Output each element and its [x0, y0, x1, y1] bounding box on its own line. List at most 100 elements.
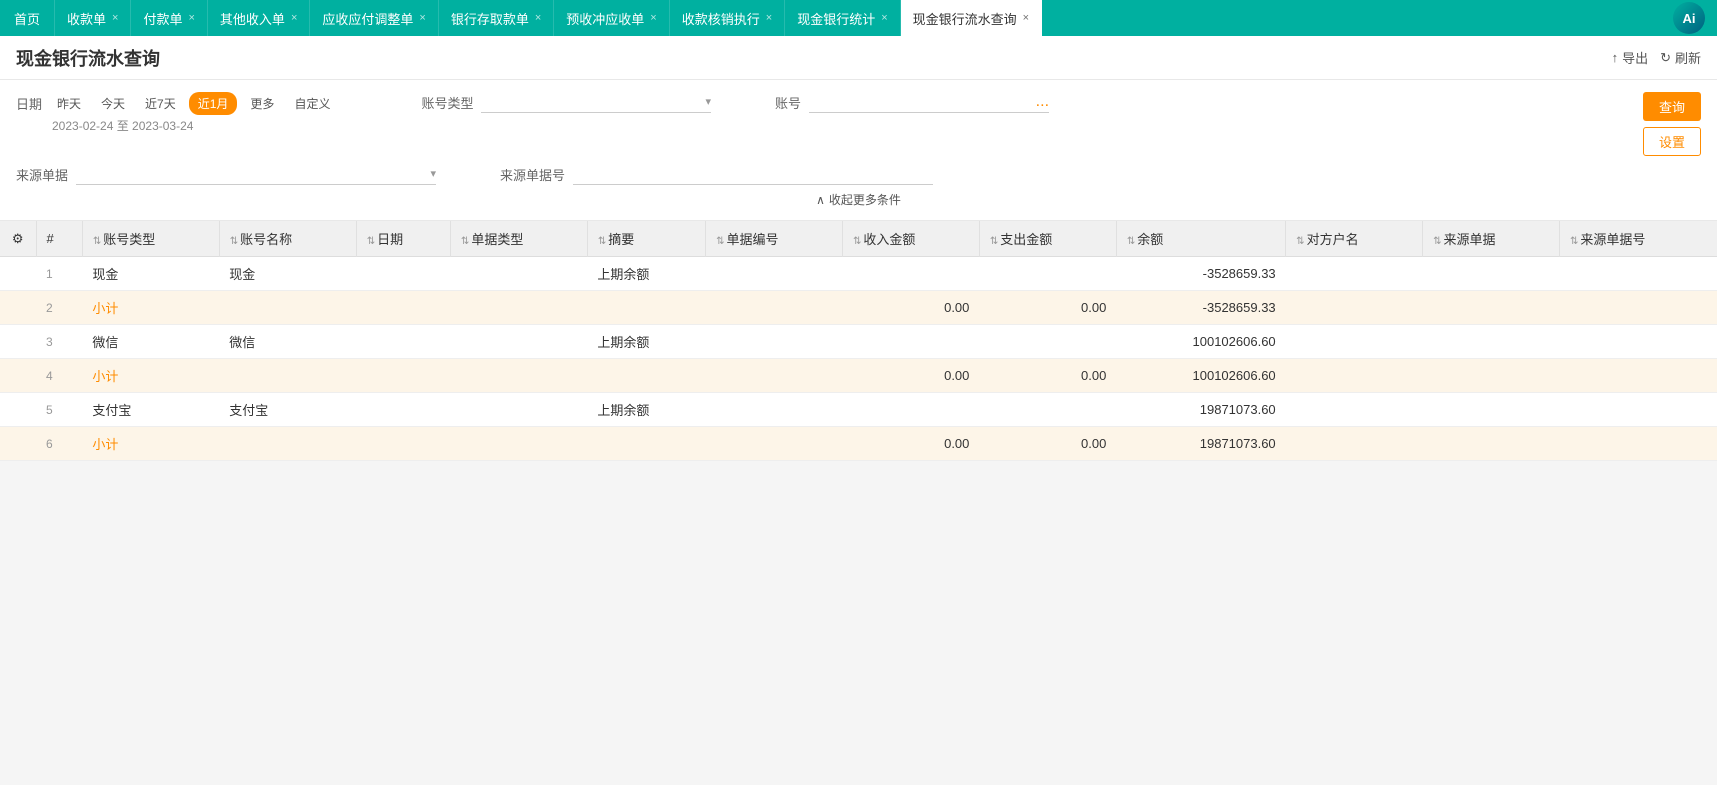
table-cell: [1286, 291, 1423, 325]
date-btn-1month[interactable]: 近1月: [189, 92, 238, 115]
table-cell: 上期余额: [587, 325, 705, 359]
table-cell: [587, 291, 705, 325]
table-cell: [1560, 325, 1717, 359]
table-cell: [1560, 427, 1717, 461]
col-summary[interactable]: ⇅摘要: [587, 221, 705, 257]
source-doc-num-label: 来源单据号: [500, 165, 565, 184]
table-cell: [356, 291, 450, 325]
table-cell: 1: [36, 257, 82, 291]
page-header: 现金银行流水查询 ↑ 导出 ↻ 刷新: [0, 36, 1717, 80]
top-nav: 首页 收款单 × 付款单 × 其他收入单 × 应收应付调整单 × 银行存取款单 …: [0, 0, 1717, 36]
table-cell: [0, 257, 36, 291]
nav-tab-stats-close[interactable]: ×: [881, 12, 887, 24]
nav-home[interactable]: 首页: [0, 0, 55, 36]
source-doc-input[interactable]: [76, 164, 426, 183]
table-cell: [0, 393, 36, 427]
search-button[interactable]: 查询: [1643, 92, 1701, 121]
date-btn-7days[interactable]: 近7天: [138, 92, 183, 115]
nav-tab-verify-label: 收款核销执行: [682, 9, 760, 28]
table-cell: [842, 257, 979, 291]
date-btn-yesterday[interactable]: 昨天: [50, 92, 88, 115]
table-cell: 3: [36, 325, 82, 359]
table-cell: [0, 427, 36, 461]
table-cell: [1286, 325, 1423, 359]
collapse-label: 收起更多条件: [829, 191, 901, 208]
col-gear[interactable]: ⚙: [0, 221, 36, 257]
table-cell: 0.00: [979, 291, 1116, 325]
table-cell: [450, 359, 587, 393]
source-doc-num-input[interactable]: [573, 164, 933, 183]
table-cell: [356, 325, 450, 359]
table-cell: [356, 393, 450, 427]
nav-tab-stats[interactable]: 现金银行统计 ×: [785, 0, 900, 36]
table-cell: -3528659.33: [1116, 291, 1285, 325]
table-cell: [1423, 427, 1560, 461]
export-button[interactable]: ↑ 导出: [1612, 48, 1649, 67]
nav-tab-adjustment[interactable]: 应收应付调整单 ×: [310, 0, 438, 36]
table-cell: 小计: [82, 359, 219, 393]
table-cell: 微信: [219, 325, 356, 359]
col-account-type[interactable]: ⇅账号类型: [82, 221, 219, 257]
table-cell: [450, 291, 587, 325]
nav-tab-advance[interactable]: 预收冲应收单 ×: [554, 0, 669, 36]
date-btn-more[interactable]: 更多: [243, 92, 281, 115]
nav-tab-other-income[interactable]: 其他收入单 ×: [208, 0, 310, 36]
nav-tab-flow[interactable]: 现金银行流水查询 ×: [901, 0, 1042, 36]
col-doc-no[interactable]: ⇅单据编号: [706, 221, 843, 257]
date-btn-today[interactable]: 今天: [94, 92, 132, 115]
nav-tab-bank-deposit-close[interactable]: ×: [535, 12, 541, 24]
nav-tab-payment[interactable]: 付款单 ×: [131, 0, 207, 36]
col-source-doc[interactable]: ⇅来源单据: [1423, 221, 1560, 257]
nav-tab-verify[interactable]: 收款核销执行 ×: [670, 0, 785, 36]
account-type-input[interactable]: [481, 92, 701, 111]
nav-tab-advance-close[interactable]: ×: [650, 12, 656, 24]
filter-row-1: 日期 昨天 今天 近7天 近1月 更多 自定义 2023-02-24 至 202…: [16, 92, 1701, 156]
col-counterparty[interactable]: ⇅对方户名: [1286, 221, 1423, 257]
table-cell: [842, 393, 979, 427]
table-cell: [1423, 257, 1560, 291]
col-source-doc-no[interactable]: ⇅来源单据号: [1560, 221, 1717, 257]
header-row: ⚙ # ⇅账号类型 ⇅账号名称 ⇅日期 ⇅单据类型 ⇅摘要 ⇅单据编号 ⇅收入金…: [0, 221, 1717, 257]
col-date[interactable]: ⇅日期: [356, 221, 450, 257]
account-label: 账号: [775, 93, 801, 112]
ai-avatar[interactable]: Ai: [1673, 2, 1705, 34]
refresh-button[interactable]: ↻ 刷新: [1660, 48, 1701, 67]
table-cell: 19871073.60: [1116, 427, 1285, 461]
table-cell: [219, 291, 356, 325]
account-dots-btn[interactable]: ...: [1036, 93, 1049, 111]
col-balance[interactable]: ⇅余额: [1116, 221, 1285, 257]
table-cell: 0.00: [979, 359, 1116, 393]
settings-button[interactable]: 设置: [1643, 127, 1701, 156]
col-income[interactable]: ⇅收入金额: [842, 221, 979, 257]
col-account-name[interactable]: ⇅账号名称: [219, 221, 356, 257]
date-btn-custom[interactable]: 自定义: [287, 92, 337, 115]
nav-tab-flow-close[interactable]: ×: [1023, 12, 1029, 24]
table-cell: [0, 359, 36, 393]
nav-tab-verify-close[interactable]: ×: [766, 12, 772, 24]
collapse-button[interactable]: ∧ 收起更多条件: [816, 191, 901, 208]
account-input[interactable]: [809, 92, 1032, 111]
col-num: #: [36, 221, 82, 257]
table-cell: 0.00: [842, 359, 979, 393]
table-cell: 0.00: [842, 291, 979, 325]
nav-tab-receipt-close[interactable]: ×: [112, 12, 118, 24]
nav-tab-receipt[interactable]: 收款单 ×: [55, 0, 131, 36]
table-cell: [979, 257, 1116, 291]
table-cell: [706, 325, 843, 359]
col-doc-type[interactable]: ⇅单据类型: [450, 221, 587, 257]
table-cell: [450, 325, 587, 359]
nav-tab-bank-deposit[interactable]: 银行存取款单 ×: [439, 0, 554, 36]
nav-tab-receipt-label: 收款单: [67, 9, 106, 28]
table-cell: 上期余额: [587, 393, 705, 427]
table-cell: [1286, 393, 1423, 427]
account-type-select[interactable]: ▾: [481, 92, 711, 113]
table-cell: [842, 325, 979, 359]
col-expense[interactable]: ⇅支出金额: [979, 221, 1116, 257]
table-container: ⚙ # ⇅账号类型 ⇅账号名称 ⇅日期 ⇅单据类型 ⇅摘要 ⇅单据编号 ⇅收入金…: [0, 221, 1717, 461]
nav-tab-payment-close[interactable]: ×: [188, 12, 194, 24]
nav-tab-adjustment-close[interactable]: ×: [419, 12, 425, 24]
nav-tab-other-income-close[interactable]: ×: [291, 12, 297, 24]
source-doc-select[interactable]: ▾: [76, 164, 436, 185]
table-cell: 现金: [82, 257, 219, 291]
table-cell: [706, 393, 843, 427]
